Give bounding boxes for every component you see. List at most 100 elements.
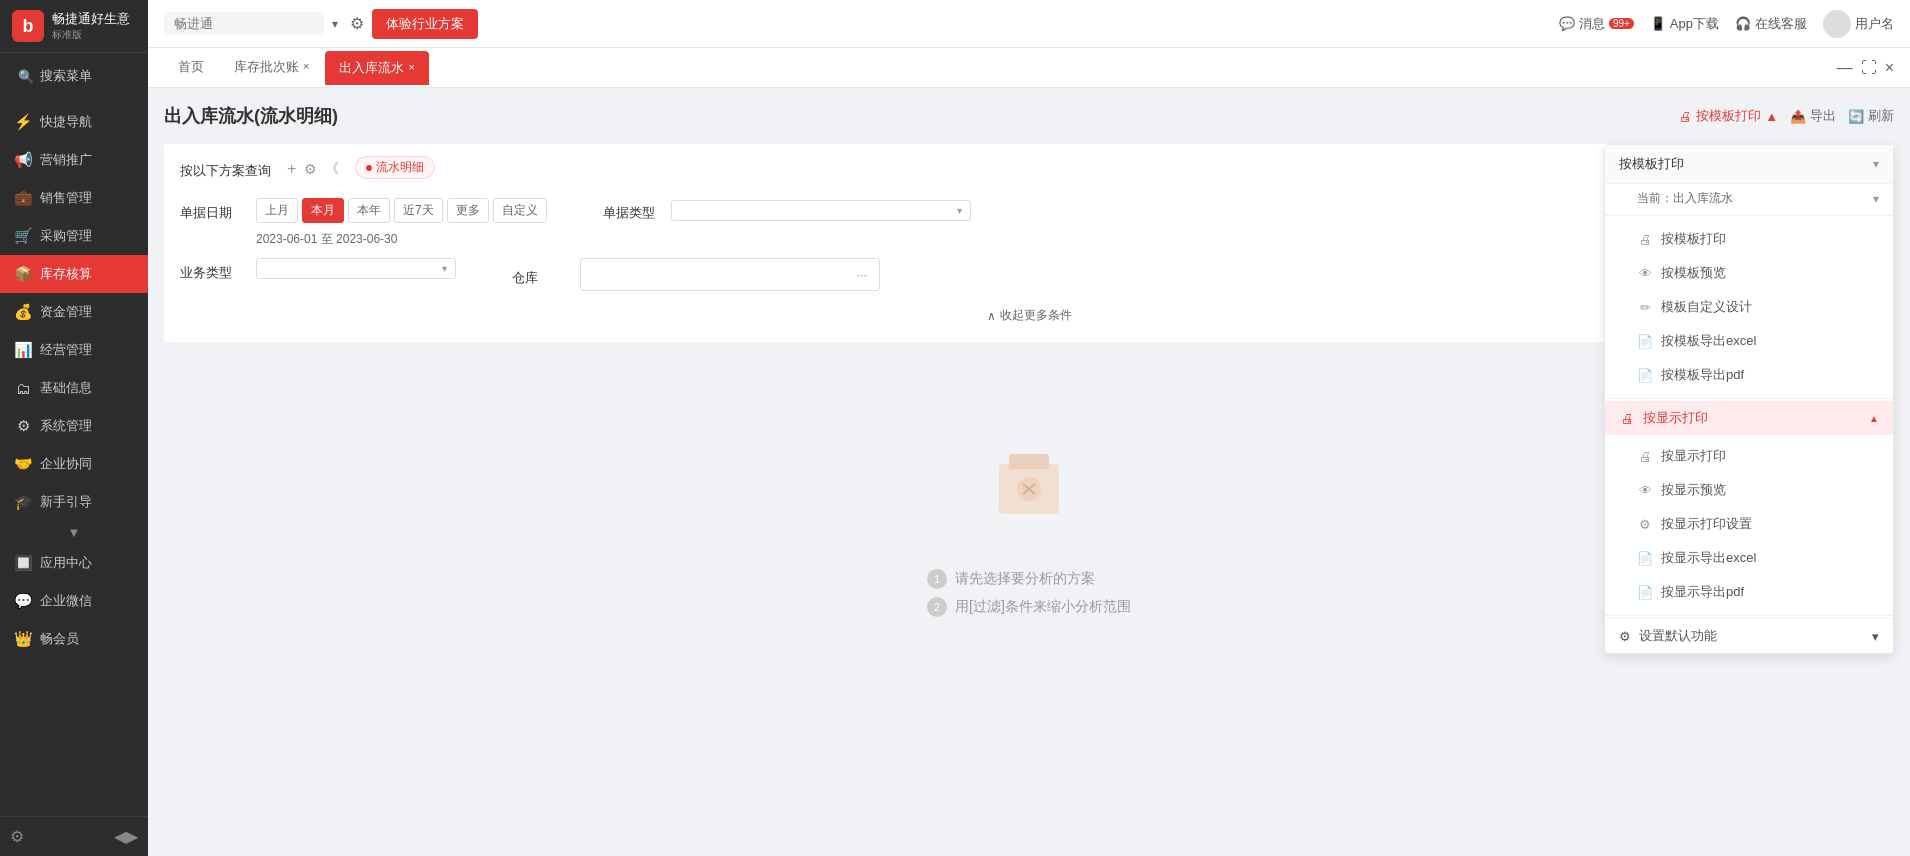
doc-type-arrow: ▾ [957,205,962,216]
topbar-search-input[interactable] [164,12,324,35]
message-badge: 99+ [1609,18,1634,29]
display-export-pdf-item[interactable]: 📄 按显示导出pdf [1605,575,1893,609]
sidebar-item-quick-nav[interactable]: ⚡ 快捷导航 [0,103,148,141]
sidebar-item-guide[interactable]: 🎓 新手引导 [0,483,148,521]
display-print-item[interactable]: 🖨 按显示打印 [1605,439,1893,473]
tag-dot [366,165,372,171]
app-container: b 畅捷通好生意 标准版 🔍 搜索菜单 ⚡ 快捷导航 📢 营销推广 [0,0,1910,856]
sidebar-item-apps[interactable]: 🔲 应用中心 [0,544,148,582]
display-preview-item[interactable]: 👁 按显示预览 [1605,473,1893,507]
template-customize-item[interactable]: ✏ 模板自定义设计 [1605,290,1893,324]
filter-settings-button[interactable]: ⚙ [304,161,317,177]
tab-stock-flow-close[interactable]: × [408,62,414,73]
refresh-button[interactable]: 🔄 刷新 [1848,107,1894,125]
template-preview-item[interactable]: 👁 按模板预览 [1605,256,1893,290]
date-btn-this-month[interactable]: 本月 [302,198,344,223]
sidebar: b 畅捷通好生意 标准版 🔍 搜索菜单 ⚡ 快捷导航 📢 营销推广 [0,0,148,856]
sidebar-bottom: ⚙ ◀▶ [0,816,148,856]
empty-illustration [979,434,1079,553]
warehouse-label: 仓库 [512,263,572,287]
display-print-group-header[interactable]: 🖨 按显示打印 ▲ [1605,401,1893,435]
printer-icon: 🖨 [1637,231,1653,247]
date-btn-last-7-days[interactable]: 近7天 [394,198,443,223]
template-print-item[interactable]: 🖨 按模板打印 [1605,222,1893,256]
date-btn-custom[interactable]: 自定义 [493,198,547,223]
page-actions: 🖨 按模板打印 ▲ 📤 导出 🔄 刷新 [1679,107,1894,125]
export-button[interactable]: 📤 导出 [1790,107,1836,125]
sidebar-item-wechat[interactable]: 💬 企业微信 [0,582,148,620]
display-print-settings-item[interactable]: ⚙ 按显示打印设置 [1605,507,1893,541]
dropdown-current[interactable]: 当前：出入库流水 ▾ [1605,184,1893,213]
sidebar-item-marketing[interactable]: 📢 营销推广 [0,141,148,179]
sidebar-item-purchase[interactable]: 🛒 采购管理 [0,217,148,255]
filter-actions: + ⚙ 《 [287,156,339,178]
filter-add-button[interactable]: + [287,160,296,178]
customer-service-icon: 🎧 [1735,16,1751,31]
topbar-right: 💬 消息 99+ 📱 App下载 🎧 在线客服 用户名 [1559,10,1894,38]
customer-service-item[interactable]: 🎧 在线客服 [1735,15,1807,33]
export-icon: 📤 [1790,109,1806,124]
sidebar-item-operations[interactable]: 📊 经营管理 [0,331,148,369]
page-header: 出入库流水(流水明细) 🖨 按模板打印 ▲ 📤 导出 🔄 刷新 [164,104,1894,128]
doc-type-select[interactable]: ▾ [671,200,971,221]
tab-home[interactable]: 首页 [164,50,218,86]
sidebar-item-system[interactable]: ⚙ 系统管理 [0,407,148,445]
app-download-item[interactable]: 📱 App下载 [1650,15,1719,33]
filter-scheme-label: 按以下方案查询 [180,156,271,180]
wechat-icon: 💬 [14,592,32,610]
search-menu-item[interactable]: 🔍 搜索菜单 [10,61,138,91]
user-profile[interactable]: 用户名 [1823,10,1894,38]
filter-collapse-button[interactable]: 《 [325,160,339,178]
biz-type-select[interactable]: ▾ [256,258,456,279]
tab-bar-actions: — ⛶ × [1837,59,1894,77]
empty-steps-list: 1 请先选择要分析的方案 2 用[过滤]条件来缩小分析范围 [927,569,1131,625]
message-item[interactable]: 💬 消息 99+ [1559,15,1634,33]
date-btn-last-month[interactable]: 上月 [256,198,298,223]
tab-stock-flow[interactable]: 出入库流水 × [325,51,428,85]
biz-type-arrow: ▾ [442,263,447,274]
sidebar-item-collab[interactable]: 🤝 企业协同 [0,445,148,483]
topbar-gear-icon[interactable]: ⚙ [350,14,364,33]
tab-batch-account[interactable]: 库存批次账 × [220,50,323,86]
sidebar-item-member[interactable]: 👑 畅会员 [0,620,148,658]
topbar-dropdown-arrow[interactable]: ▾ [332,17,338,31]
member-icon: 👑 [14,630,32,648]
trial-button[interactable]: 体验行业方案 [372,9,478,39]
tab-minimize-button[interactable]: — [1837,59,1853,77]
dropdown-title: 按模板打印 [1619,155,1684,173]
sidebar-item-base[interactable]: 🗂 基础信息 [0,369,148,407]
print-button[interactable]: 🖨 按模板打印 ▲ [1679,107,1778,125]
topbar: ▾ ⚙ 体验行业方案 💬 消息 99+ 📱 App下载 🎧 在线客服 [148,0,1910,48]
date-btn-this-year[interactable]: 本年 [348,198,390,223]
warehouse-more[interactable]: ··· [852,263,871,286]
sidebar-settings-icon[interactable]: ⚙ [10,827,24,846]
date-label: 单据日期 [180,198,240,222]
template-export-excel-item[interactable]: 📄 按模板导出excel [1605,324,1893,358]
dropdown-divider-3 [1605,615,1893,616]
message-icon: 💬 [1559,16,1575,31]
date-btn-more[interactable]: 更多 [447,198,489,223]
tab-batch-account-close[interactable]: × [303,61,309,72]
apps-icon: 🔲 [14,554,32,572]
print-dropdown-panel: 按模板打印 ▾ 当前：出入库流水 ▾ 🖨 按模板打印 👁 按模板预览 [1604,144,1894,654]
sidebar-item-finance[interactable]: 💰 资金管理 [0,293,148,331]
sidebar-scroll-down[interactable]: ▼ [0,521,148,544]
flow-detail-tag[interactable]: 流水明细 [355,156,435,179]
display-printer-icon: 🖨 [1637,448,1653,464]
base-icon: 🗂 [14,379,32,397]
sidebar-item-inventory[interactable]: 📦 库存核算 [0,255,148,293]
default-func-item[interactable]: ⚙ 设置默认功能 ▾ [1605,618,1893,653]
sidebar-collapse-icon[interactable]: ◀▶ [114,827,138,846]
topbar-left: ▾ ⚙ 体验行业方案 [164,9,1559,39]
template-export-pdf-item[interactable]: 📄 按模板导出pdf [1605,358,1893,392]
display-export-excel-item[interactable]: 📄 按显示导出excel [1605,541,1893,575]
marketing-icon: 📢 [14,151,32,169]
tab-close-button[interactable]: × [1885,59,1894,77]
sidebar-item-sales[interactable]: 💼 销售管理 [0,179,148,217]
dropdown-close-arrow[interactable]: ▾ [1873,157,1879,171]
tab-maximize-button[interactable]: ⛶ [1861,59,1877,77]
sales-icon: 💼 [14,189,32,207]
warehouse-select[interactable]: ··· [580,258,880,291]
display-print-group-icon: 🖨 [1619,410,1635,426]
sidebar-logo: b 畅捷通好生意 标准版 [0,0,148,53]
